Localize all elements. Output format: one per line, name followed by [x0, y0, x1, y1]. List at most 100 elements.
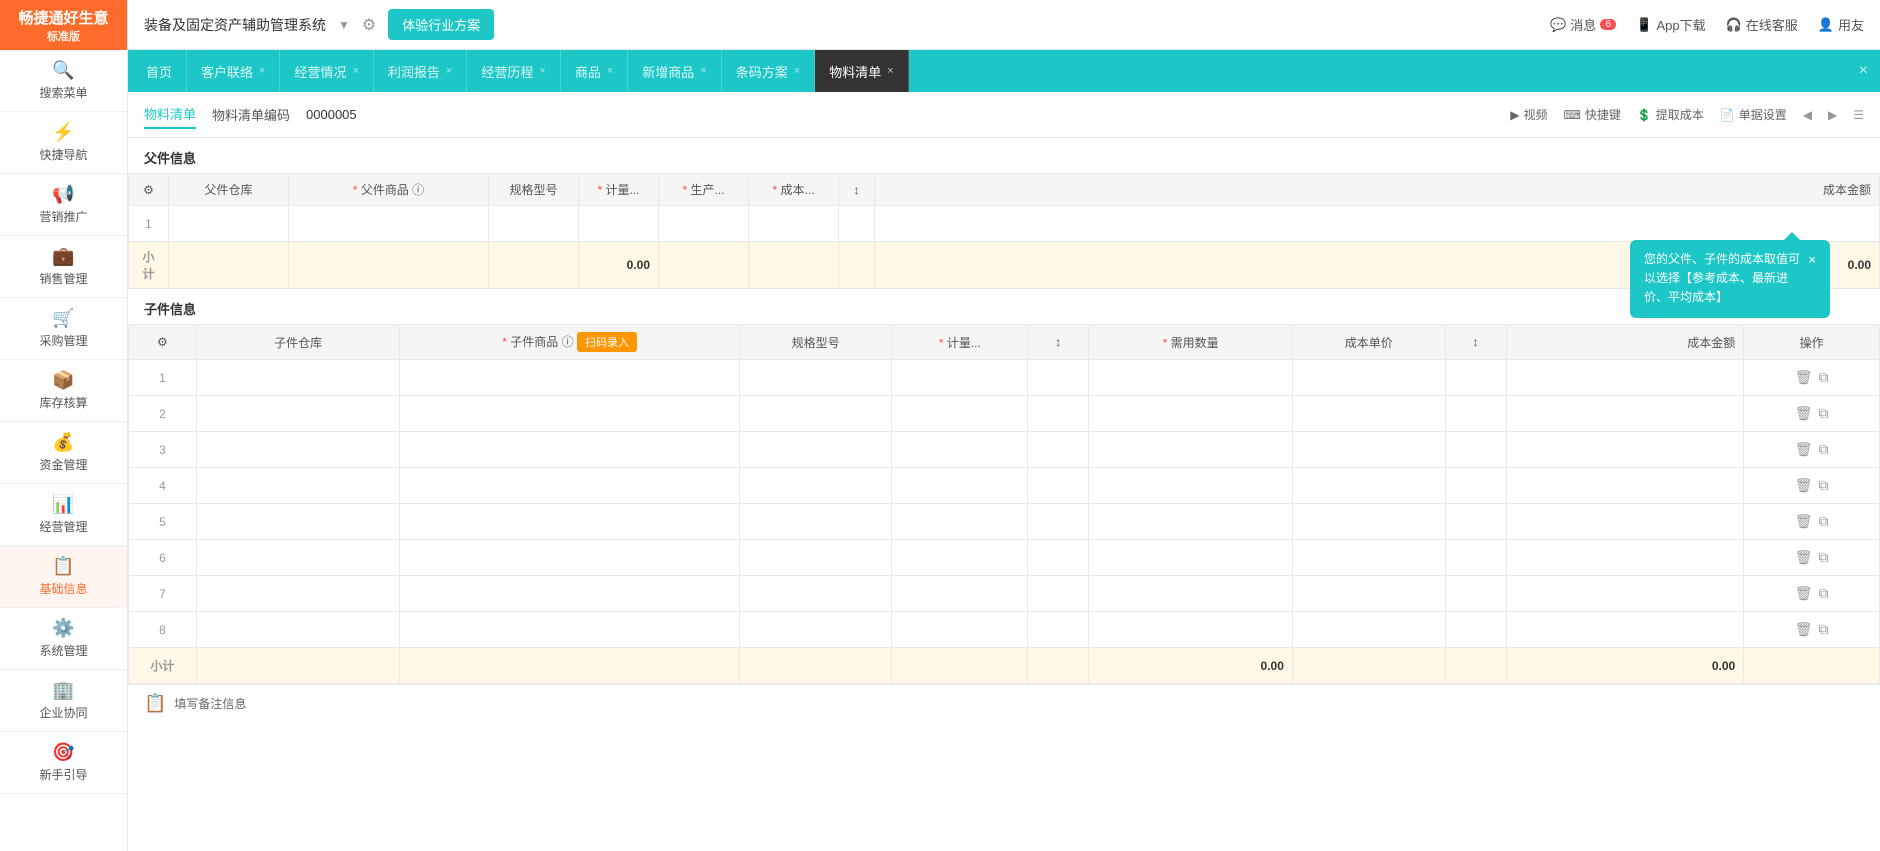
child-warehouse-cell[interactable]	[196, 396, 400, 432]
child-cost-unit-cell[interactable]	[1292, 540, 1445, 576]
parent-warehouse-cell[interactable]	[169, 206, 289, 242]
extract-cost-button[interactable]: 💲 提取成本	[1637, 106, 1704, 123]
child-cost-unit-cell[interactable]	[1292, 396, 1445, 432]
parent-product-cell[interactable]	[289, 206, 489, 242]
child-product-cell[interactable]	[400, 576, 739, 612]
child-unit-cell[interactable]	[892, 612, 1028, 648]
tab-close-icon[interactable]: ×	[794, 65, 800, 77]
tooltip-close-button[interactable]: ×	[1808, 250, 1816, 271]
child-product-cell[interactable]	[400, 540, 739, 576]
copy-icon[interactable]: ⧉	[1818, 585, 1828, 602]
tab-close-icon[interactable]: ×	[607, 65, 613, 77]
parent-production-cell[interactable]	[659, 206, 749, 242]
child-unit-cell[interactable]	[892, 504, 1028, 540]
child-need-qty-cell[interactable]	[1089, 504, 1293, 540]
sidebar-item-inventory[interactable]: 📦 库存核算	[0, 360, 127, 422]
sidebar-item-operations[interactable]: 📊 经营管理	[0, 484, 127, 546]
child-product-cell[interactable]	[400, 432, 739, 468]
tab-close-icon[interactable]: ×	[352, 65, 358, 77]
child-need-qty-cell[interactable]	[1089, 612, 1293, 648]
sidebar-item-guide[interactable]: 🎯 新手引导	[0, 732, 127, 794]
delete-icon[interactable]: 🗑	[1795, 621, 1813, 638]
child-warehouse-cell[interactable]	[196, 576, 400, 612]
parent-unit-cell[interactable]	[579, 206, 659, 242]
child-unit-cell[interactable]	[892, 576, 1028, 612]
child-product-cell[interactable]	[400, 360, 739, 396]
child-warehouse-cell[interactable]	[196, 504, 400, 540]
child-need-qty-cell[interactable]	[1089, 540, 1293, 576]
child-unit-cell[interactable]	[892, 396, 1028, 432]
child-warehouse-cell[interactable]	[196, 612, 400, 648]
child-need-qty-cell[interactable]	[1089, 468, 1293, 504]
tab-customer[interactable]: 客户联络 ×	[187, 50, 280, 92]
child-cost-unit-cell[interactable]	[1292, 360, 1445, 396]
user-item[interactable]: 👤 用友	[1818, 15, 1864, 34]
child-need-qty-cell[interactable]	[1089, 396, 1293, 432]
tab-close-icon[interactable]: ×	[259, 65, 265, 77]
delete-icon[interactable]: 🗑	[1795, 477, 1813, 494]
single-settings-button[interactable]: 📄 单据设置	[1720, 106, 1787, 123]
child-product-cell[interactable]	[400, 612, 739, 648]
child-spec-cell[interactable]	[739, 396, 892, 432]
tab-home[interactable]: 首页	[132, 50, 187, 92]
copy-icon[interactable]: ⧉	[1818, 621, 1828, 638]
copy-icon[interactable]: ⧉	[1818, 441, 1828, 458]
tab-close-icon[interactable]: ×	[539, 65, 545, 77]
message-item[interactable]: 💬 消息 6	[1550, 15, 1616, 34]
scan-button[interactable]: 扫码录入	[577, 332, 637, 352]
tab-close-icon[interactable]: ×	[887, 65, 893, 77]
tab-close-icon[interactable]: ×	[446, 65, 452, 77]
sidebar-item-system[interactable]: ⚙️ 系统管理	[0, 608, 127, 670]
sidebar-item-search[interactable]: 🔍 搜索菜单	[0, 50, 127, 112]
sub-tab-bom-list[interactable]: 物料清单	[144, 100, 196, 129]
delete-icon[interactable]: 🗑	[1795, 549, 1813, 566]
copy-icon[interactable]: ⧉	[1818, 369, 1828, 386]
child-spec-cell[interactable]	[739, 432, 892, 468]
child-spec-cell[interactable]	[739, 504, 892, 540]
parent-cost-cell[interactable]	[749, 206, 839, 242]
child-cost-unit-cell[interactable]	[1292, 504, 1445, 540]
tab-ops-history[interactable]: 经营历程 ×	[467, 50, 560, 92]
child-spec-cell[interactable]	[739, 576, 892, 612]
child-th-settings[interactable]: ⚙	[129, 325, 197, 360]
child-spec-cell[interactable]	[739, 360, 892, 396]
child-spec-cell[interactable]	[739, 612, 892, 648]
delete-icon[interactable]: 🗑	[1795, 513, 1813, 530]
child-product-cell[interactable]	[400, 396, 739, 432]
nav-close-button[interactable]: ×	[1851, 62, 1876, 80]
tab-profit-report[interactable]: 利润报告 ×	[374, 50, 467, 92]
shortcut-button[interactable]: ⌨ 快捷键	[1563, 106, 1620, 123]
parent-th-settings[interactable]: ⚙	[129, 174, 169, 206]
child-unit-cell[interactable]	[892, 360, 1028, 396]
sidebar-item-purchase[interactable]: 🛒 采购管理	[0, 298, 127, 360]
child-unit-cell[interactable]	[892, 540, 1028, 576]
child-unit-cell[interactable]	[892, 468, 1028, 504]
copy-icon[interactable]: ⧉	[1818, 477, 1828, 494]
child-cost-unit-cell[interactable]	[1292, 612, 1445, 648]
tab-bom[interactable]: 物料清单 ×	[815, 50, 908, 92]
child-warehouse-cell[interactable]	[196, 468, 400, 504]
delete-icon[interactable]: 🗑	[1795, 441, 1813, 458]
child-product-cell[interactable]	[400, 504, 739, 540]
tab-new-product[interactable]: 新增商品 ×	[628, 50, 721, 92]
menu-button[interactable]: ☰	[1853, 108, 1864, 122]
next-button[interactable]: ▶	[1828, 108, 1837, 122]
sidebar-item-enterprise[interactable]: 🏢 企业协同	[0, 670, 127, 732]
child-warehouse-cell[interactable]	[196, 360, 400, 396]
child-cost-unit-cell[interactable]	[1292, 432, 1445, 468]
bottom-text[interactable]: 填写备注信息	[174, 695, 246, 712]
child-cost-unit-cell[interactable]	[1292, 576, 1445, 612]
app-download-item[interactable]: 📱 App下载	[1636, 15, 1705, 34]
sidebar-item-marketing[interactable]: 📢 营销推广	[0, 174, 127, 236]
tab-barcode[interactable]: 条码方案 ×	[722, 50, 815, 92]
online-service-item[interactable]: 🎧 在线客服	[1726, 15, 1798, 34]
delete-icon[interactable]: 🗑	[1795, 405, 1813, 422]
tab-close-icon[interactable]: ×	[700, 65, 706, 77]
child-spec-cell[interactable]	[739, 540, 892, 576]
child-product-cell[interactable]	[400, 468, 739, 504]
sidebar-item-sales[interactable]: 💼 销售管理	[0, 236, 127, 298]
copy-icon[interactable]: ⧉	[1818, 405, 1828, 422]
video-button[interactable]: ▶ 视频	[1510, 106, 1547, 123]
settings-icon[interactable]: ⚙	[362, 15, 376, 35]
parent-spec-cell[interactable]	[489, 206, 579, 242]
